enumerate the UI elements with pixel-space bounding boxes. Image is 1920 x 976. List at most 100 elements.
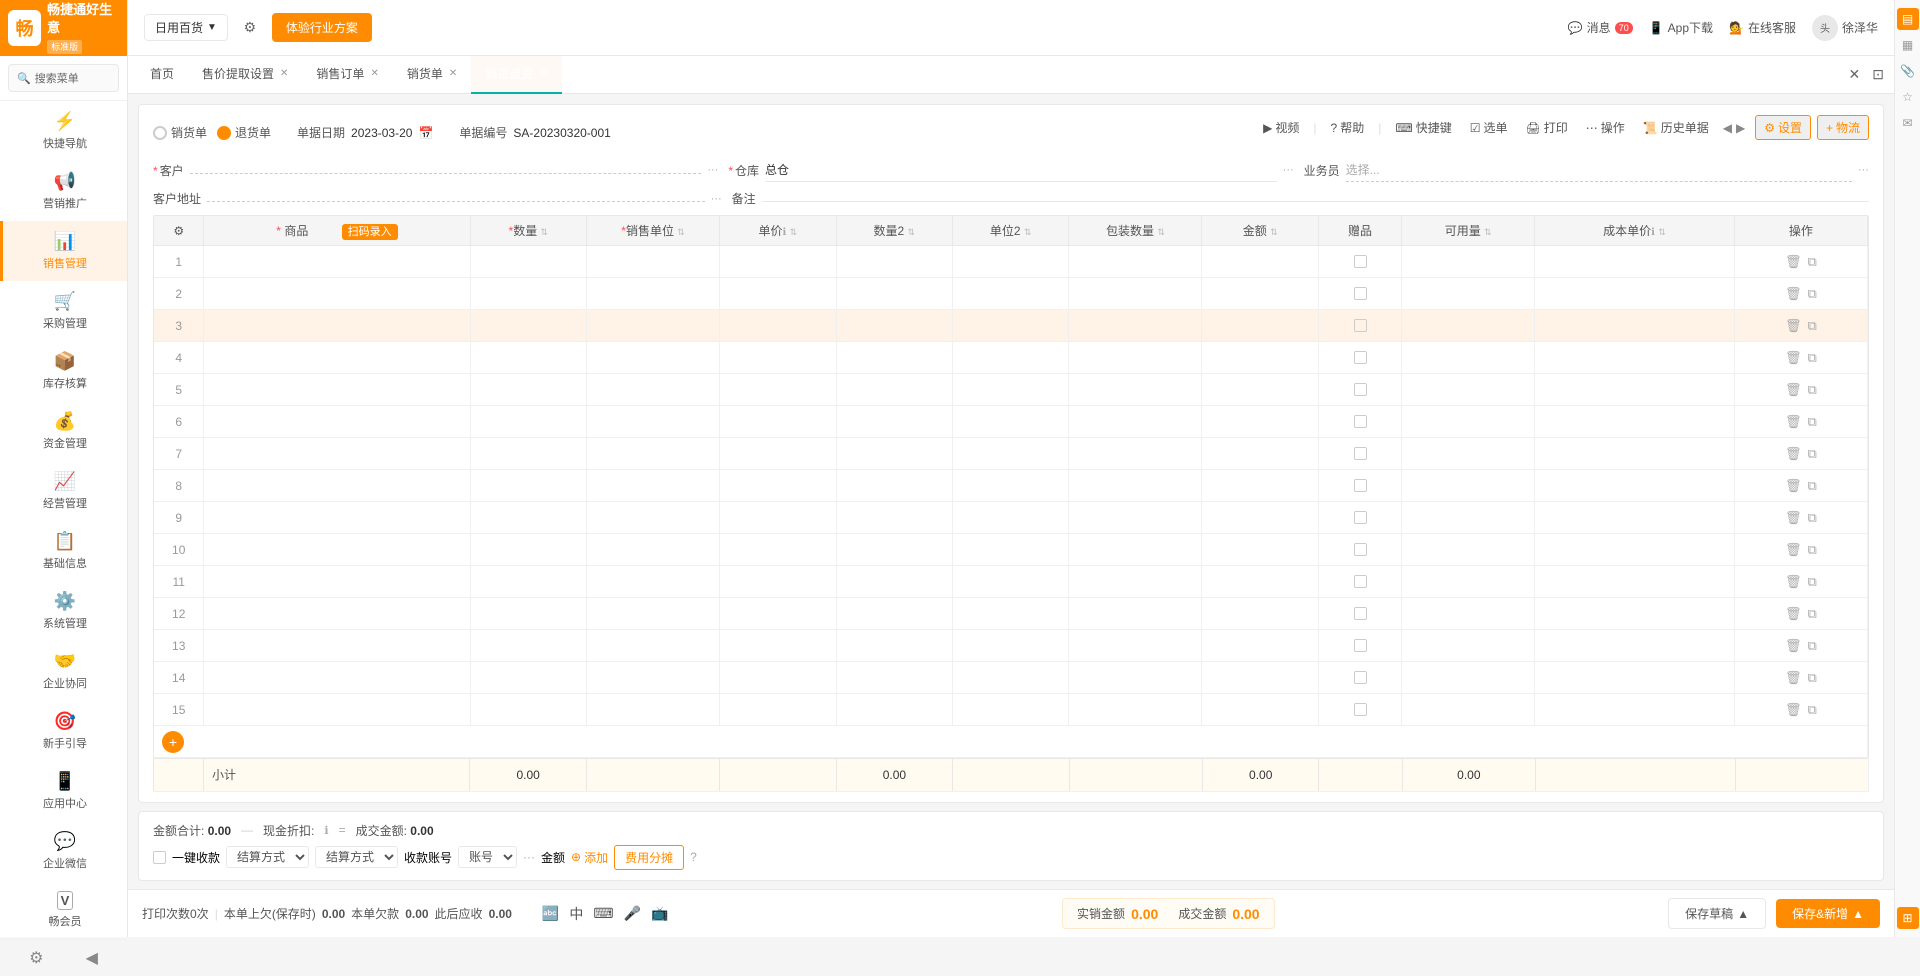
discount-info-icon[interactable]: ℹ: [324, 824, 328, 837]
sidebar-item-shortcut[interactable]: ⚡ 快捷导航: [0, 101, 127, 161]
qty2-cell-15[interactable]: [836, 694, 952, 726]
right-panel-grid-detail[interactable]: ▦: [1897, 34, 1919, 56]
goods-cell-7[interactable]: [204, 438, 470, 470]
copy-row-3[interactable]: ⧉: [1808, 318, 1817, 334]
right-panel-expand[interactable]: ⊞: [1897, 907, 1919, 929]
amount-cell-1[interactable]: [1202, 246, 1318, 278]
video-btn[interactable]: ▶ 视频: [1259, 117, 1303, 138]
qty2-cell-3[interactable]: [836, 310, 952, 342]
save-draft-button[interactable]: 保存草稿 ▲: [1668, 898, 1766, 929]
delete-row-4[interactable]: 🗑: [1785, 350, 1802, 366]
industry-select[interactable]: 日用百货 ▼: [144, 14, 228, 41]
tab-sales-delivery-close[interactable]: ✕: [449, 68, 457, 79]
price-cell-15[interactable]: [720, 694, 836, 726]
copy-row-11[interactable]: ⧉: [1808, 574, 1817, 590]
price-cell-3[interactable]: [720, 310, 836, 342]
unit2-cell-13[interactable]: [952, 630, 1068, 662]
sidebar-item-purchase[interactable]: 🛒 采购管理: [0, 281, 127, 341]
copy-row-2[interactable]: ⧉: [1808, 286, 1817, 302]
right-panel-message[interactable]: ✉: [1897, 112, 1919, 134]
qty2-cell-14[interactable]: [836, 662, 952, 694]
delete-row-11[interactable]: 🗑: [1785, 574, 1802, 590]
remark-input[interactable]: [762, 195, 1869, 202]
shortcut-btn[interactable]: ⌨ 快捷键: [1391, 117, 1455, 138]
unit-cell-5[interactable]: [587, 374, 720, 406]
logistics-button[interactable]: + 物流: [1817, 115, 1869, 140]
amount-cell-3[interactable]: [1202, 310, 1318, 342]
account-more-icon[interactable]: ···: [523, 850, 535, 864]
add-fee-button[interactable]: ⊕ 添加: [571, 849, 608, 866]
pack-qty-cell-10[interactable]: [1069, 534, 1202, 566]
settings-bottom-icon[interactable]: ⚙: [29, 948, 43, 968]
price-cell-12[interactable]: [720, 598, 836, 630]
operate-btn[interactable]: ⋯ 操作: [1582, 117, 1629, 138]
scan-input-button[interactable]: 扫码录入: [342, 224, 398, 240]
pack-qty-cell-6[interactable]: [1069, 406, 1202, 438]
gift-checkbox-8[interactable]: [1354, 479, 1367, 492]
gift-cell-4[interactable]: [1318, 342, 1401, 374]
copy-row-14[interactable]: ⧉: [1808, 670, 1817, 686]
sidebar-item-apps[interactable]: 📱 应用中心: [0, 761, 127, 821]
qty-cell-7[interactable]: [470, 438, 586, 470]
goods-cell-14[interactable]: [204, 662, 470, 694]
copy-row-7[interactable]: ⧉: [1808, 446, 1817, 462]
gift-cell-9[interactable]: [1318, 502, 1401, 534]
gift-cell-7[interactable]: [1318, 438, 1401, 470]
qty2-cell-4[interactable]: [836, 342, 952, 374]
price-cell-6[interactable]: [720, 406, 836, 438]
gift-checkbox-13[interactable]: [1354, 639, 1367, 652]
gift-cell-12[interactable]: [1318, 598, 1401, 630]
fee-help-icon[interactable]: ?: [690, 850, 697, 864]
delete-row-15[interactable]: 🗑: [1785, 702, 1802, 718]
delete-row-7[interactable]: 🗑: [1785, 446, 1802, 462]
sidebar-item-basic[interactable]: 📋 基础信息: [0, 521, 127, 581]
right-panel-grid-list[interactable]: ▤: [1897, 8, 1919, 30]
date-value[interactable]: 2023-03-20: [351, 126, 412, 140]
gift-cell-15[interactable]: [1318, 694, 1401, 726]
unit-cell-8[interactable]: [587, 470, 720, 502]
unit2-cell-4[interactable]: [952, 342, 1068, 374]
setting-button[interactable]: ⚙ 设置: [1755, 115, 1811, 140]
gift-cell-5[interactable]: [1318, 374, 1401, 406]
unit2-cell-11[interactable]: [952, 566, 1068, 598]
th-gear[interactable]: ⚙: [154, 216, 204, 246]
gift-checkbox-9[interactable]: [1354, 511, 1367, 524]
pack-qty-cell-3[interactable]: [1069, 310, 1202, 342]
unit-cell-9[interactable]: [587, 502, 720, 534]
qty-cell-15[interactable]: [470, 694, 586, 726]
goods-cell-1[interactable]: [204, 246, 470, 278]
qty-cell-9[interactable]: [470, 502, 586, 534]
gift-cell-14[interactable]: [1318, 662, 1401, 694]
amount-cell-11[interactable]: [1202, 566, 1318, 598]
delete-row-12[interactable]: 🗑: [1785, 606, 1802, 622]
experience-button[interactable]: 体验行业方案: [272, 13, 372, 42]
sidebar-item-inventory[interactable]: 📦 库存核算: [0, 341, 127, 401]
copy-row-1[interactable]: ⧉: [1808, 254, 1817, 270]
add-row-button[interactable]: +: [162, 731, 184, 753]
unit2-cell-6[interactable]: [952, 406, 1068, 438]
add-row-cell[interactable]: +: [154, 726, 1868, 758]
sidebar-item-operations[interactable]: 📈 经营管理: [0, 461, 127, 521]
settlement-method-select[interactable]: 结算方式: [226, 846, 309, 868]
online-service-button[interactable]: 💁 在线客服: [1729, 19, 1796, 36]
warehouse-more-icon[interactable]: ···: [1283, 164, 1294, 176]
unit2-cell-2[interactable]: [952, 278, 1068, 310]
gift-checkbox-14[interactable]: [1354, 671, 1367, 684]
amount-sort-icon[interactable]: ⇅: [1270, 227, 1278, 237]
unit-cell-4[interactable]: [587, 342, 720, 374]
price-cell-14[interactable]: [720, 662, 836, 694]
unit-sort-icon[interactable]: ⇅: [677, 227, 685, 237]
unit2-cell-9[interactable]: [952, 502, 1068, 534]
amount-cell-6[interactable]: [1202, 406, 1318, 438]
unit-cell-1[interactable]: [587, 246, 720, 278]
copy-row-8[interactable]: ⧉: [1808, 478, 1817, 494]
copy-row-9[interactable]: ⧉: [1808, 510, 1817, 526]
unit2-cell-1[interactable]: [952, 246, 1068, 278]
goods-cell-10[interactable]: [204, 534, 470, 566]
select-btn[interactable]: ☑ 选单: [1466, 117, 1512, 138]
goods-cell-15[interactable]: [204, 694, 470, 726]
amount-cell-13[interactable]: [1202, 630, 1318, 662]
sidebar-item-finance[interactable]: 💰 资金管理: [0, 401, 127, 461]
price-cell-9[interactable]: [720, 502, 836, 534]
qty-cell-5[interactable]: [470, 374, 586, 406]
